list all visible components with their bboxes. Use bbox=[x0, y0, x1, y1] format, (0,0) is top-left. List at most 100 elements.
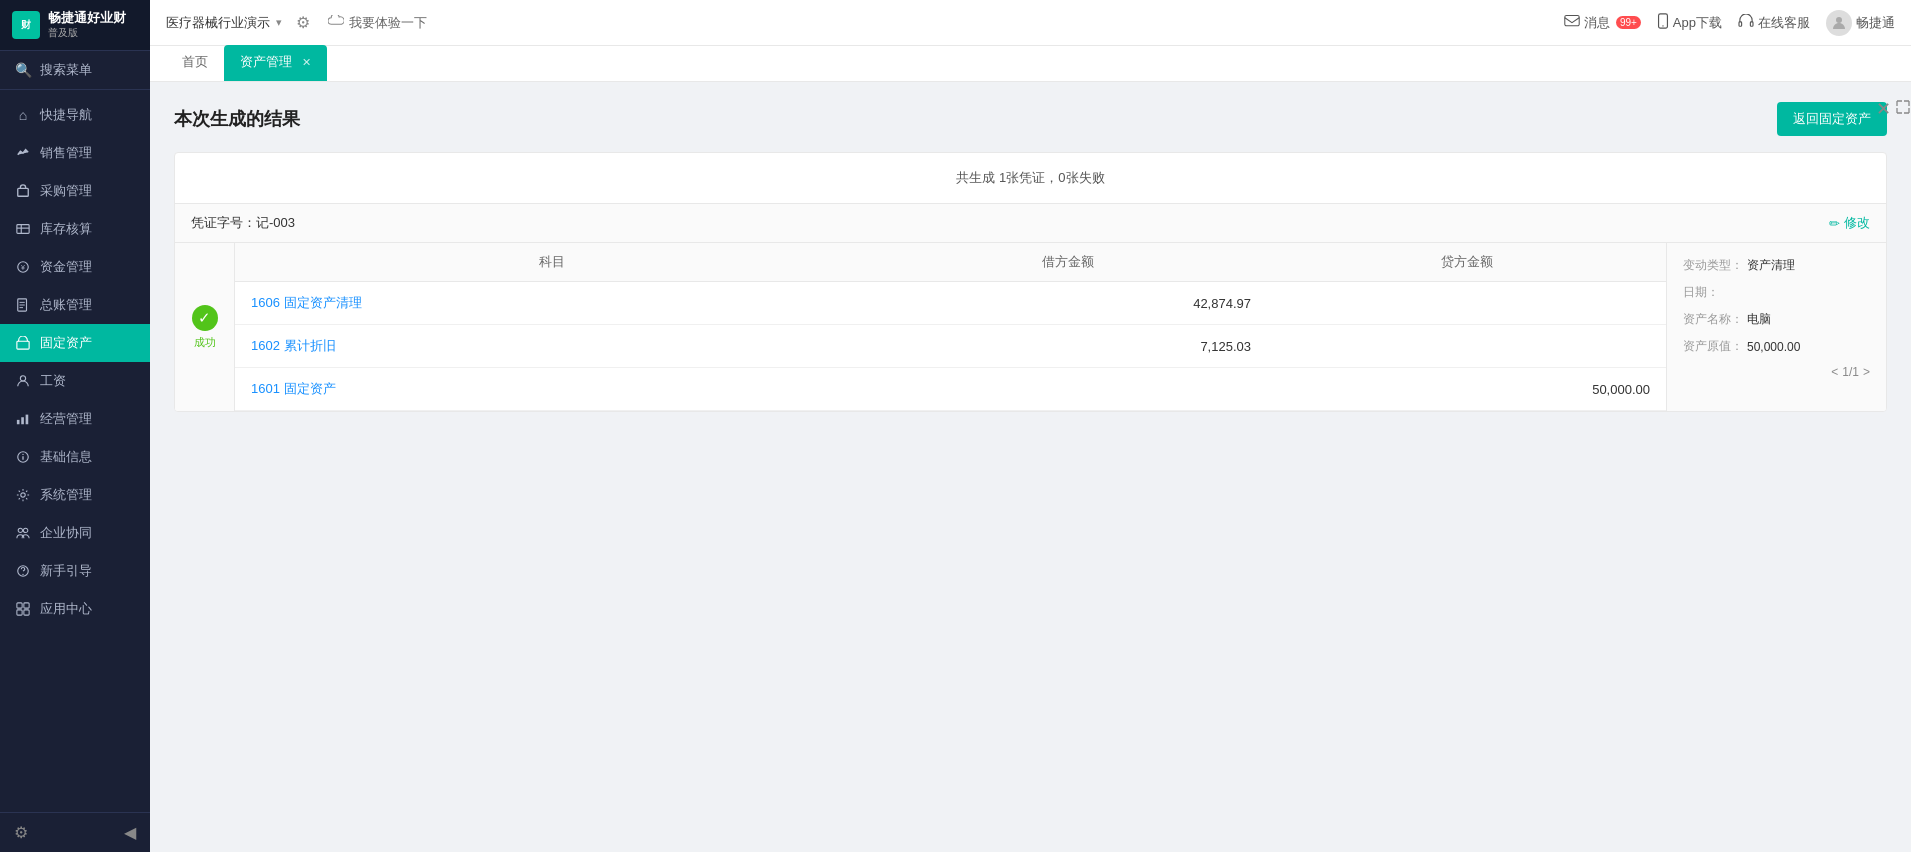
svg-point-18 bbox=[21, 492, 25, 496]
sales-label: 销售管理 bbox=[40, 144, 92, 162]
messages-badge: 99+ bbox=[1616, 16, 1641, 29]
search-icon: 🔍 bbox=[14, 61, 32, 79]
sidebar-header: 财 畅捷通好业财 普及版 bbox=[0, 0, 150, 51]
svg-point-19 bbox=[18, 528, 22, 532]
sidebar-item-purchase[interactable]: 采购管理 bbox=[0, 172, 150, 210]
return-fixed-assets-button[interactable]: 返回固定资产 bbox=[1777, 102, 1887, 136]
svg-rect-26 bbox=[24, 609, 29, 614]
topbar-right: 消息 99+ App下载 在线客服 畅捷通 bbox=[1564, 10, 1895, 36]
window-actions: ✕ bbox=[1876, 98, 1911, 120]
general-ledger-label: 总账管理 bbox=[40, 296, 92, 314]
edit-icon: ✏ bbox=[1829, 216, 1840, 231]
sidebar-item-operations[interactable]: 经营管理 bbox=[0, 400, 150, 438]
topbar-settings-button[interactable]: ⚙ bbox=[296, 13, 310, 32]
tab-home[interactable]: 首页 bbox=[166, 45, 224, 81]
row3-debit bbox=[868, 368, 1267, 411]
quick-nav-label: 快捷导航 bbox=[40, 106, 92, 124]
sidebar-item-payroll[interactable]: 工资 bbox=[0, 362, 150, 400]
svg-rect-1 bbox=[17, 224, 29, 233]
app-title: 畅捷通好业财 bbox=[48, 10, 126, 26]
main-area: 医疗器械行业演示 ▾ ⚙ 我要体验一下 消息 99+ App下载 bbox=[150, 0, 1911, 852]
app-download-button[interactable]: App下载 bbox=[1657, 13, 1722, 32]
app-download-label: App下载 bbox=[1673, 14, 1722, 32]
sidebar-item-app-center[interactable]: 应用中心 bbox=[0, 590, 150, 628]
svg-point-32 bbox=[1836, 17, 1842, 23]
svg-rect-14 bbox=[26, 414, 29, 424]
quick-nav-icon: ⌂ bbox=[14, 106, 32, 124]
sidebar-item-quick-nav[interactable]: ⌂ 快捷导航 bbox=[0, 96, 150, 134]
basic-info-label: 基础信息 bbox=[40, 448, 92, 466]
collapse-icon[interactable]: ◀ bbox=[124, 823, 136, 842]
tab-asset-management[interactable]: 资产管理 ✕ bbox=[224, 45, 327, 81]
purchase-label: 采购管理 bbox=[40, 182, 92, 200]
sidebar-item-basic-info[interactable]: 基础信息 bbox=[0, 438, 150, 476]
svg-rect-23 bbox=[17, 602, 22, 607]
next-page-button[interactable]: > bbox=[1863, 365, 1870, 379]
date-label: 日期： bbox=[1683, 284, 1719, 301]
row1-subject: 1606 固定资产清理 bbox=[235, 282, 868, 325]
svg-rect-30 bbox=[1739, 22, 1742, 26]
row2-credit bbox=[1267, 325, 1666, 368]
app-logo: 财 bbox=[12, 11, 40, 39]
sidebar-item-inventory[interactable]: 库存核算 bbox=[0, 210, 150, 248]
asset-name-value: 电脑 bbox=[1747, 311, 1771, 328]
row3-subject: 1601 固定资产 bbox=[235, 368, 868, 411]
expand-panel-button[interactable] bbox=[1895, 99, 1911, 119]
svg-rect-0 bbox=[18, 188, 29, 196]
inventory-label: 库存核算 bbox=[40, 220, 92, 238]
app-center-label: 应用中心 bbox=[40, 600, 92, 618]
svg-rect-12 bbox=[17, 419, 20, 423]
funds-label: 资金管理 bbox=[40, 258, 92, 276]
asset-name-label: 资产名称： bbox=[1683, 311, 1743, 328]
messages-button[interactable]: 消息 99+ bbox=[1564, 14, 1641, 32]
cloud-icon bbox=[328, 15, 344, 30]
online-service-button[interactable]: 在线客服 bbox=[1738, 14, 1810, 32]
sidebar-item-funds[interactable]: ¥ 资金管理 bbox=[0, 248, 150, 286]
user-profile[interactable]: 畅捷通 bbox=[1826, 10, 1895, 36]
company-selector[interactable]: 医疗器械行业演示 ▾ bbox=[166, 14, 282, 32]
topbar: 医疗器械行业演示 ▾ ⚙ 我要体验一下 消息 99+ App下载 bbox=[150, 0, 1911, 46]
sidebar-item-enterprise[interactable]: 企业协同 bbox=[0, 514, 150, 552]
app-title-wrap: 畅捷通好业财 普及版 bbox=[48, 10, 126, 40]
svg-rect-31 bbox=[1750, 22, 1753, 26]
original-value-row: 资产原值： 50,000.00 bbox=[1683, 338, 1870, 355]
operations-label: 经营管理 bbox=[40, 410, 92, 428]
enterprise-icon bbox=[14, 524, 32, 542]
prev-page-button[interactable]: < bbox=[1831, 365, 1838, 379]
svg-point-20 bbox=[23, 528, 27, 532]
table-row: 1601 固定资产 50,000.00 bbox=[235, 368, 1666, 411]
edit-voucher-button[interactable]: ✏ 修改 bbox=[1829, 214, 1870, 232]
tabbar: 首页 资产管理 ✕ bbox=[150, 46, 1911, 82]
company-chevron-icon: ▾ bbox=[276, 16, 282, 29]
table-row: 1602 累计折旧 7,125.03 bbox=[235, 325, 1666, 368]
system-icon bbox=[14, 486, 32, 504]
original-value-label: 资产原值： bbox=[1683, 338, 1743, 355]
search-menu-item[interactable]: 🔍 搜索菜单 bbox=[0, 51, 150, 90]
username: 畅捷通 bbox=[1856, 14, 1895, 32]
row2-subject: 1602 累计折旧 bbox=[235, 325, 868, 368]
general-ledger-icon bbox=[14, 296, 32, 314]
svg-text:¥: ¥ bbox=[21, 263, 25, 270]
experience-button[interactable]: 我要体验一下 bbox=[328, 14, 427, 32]
guide-icon bbox=[14, 562, 32, 580]
success-text: 成功 bbox=[194, 335, 216, 350]
close-panel-button[interactable]: ✕ bbox=[1876, 98, 1891, 120]
svg-rect-13 bbox=[21, 417, 24, 424]
tab-close-icon[interactable]: ✕ bbox=[302, 56, 311, 68]
settings-footer-icon[interactable]: ⚙ bbox=[14, 823, 28, 842]
row1-credit bbox=[1267, 282, 1666, 325]
sidebar-item-system[interactable]: 系统管理 bbox=[0, 476, 150, 514]
row1-debit: 42,874.97 bbox=[868, 282, 1267, 325]
sidebar-item-fixed-assets[interactable]: 固定资产 bbox=[0, 324, 150, 362]
sidebar-item-general-ledger[interactable]: 总账管理 bbox=[0, 286, 150, 324]
table-header-row: 科目 借方金额 贷方金额 bbox=[235, 243, 1666, 282]
messages-label: 消息 bbox=[1584, 14, 1610, 32]
side-info-panel: 变动类型： 资产清理 日期： 资产名称： 电脑 资产原值： bbox=[1666, 243, 1886, 411]
change-type-row: 变动类型： 资产清理 bbox=[1683, 257, 1870, 274]
col-subject: 科目 bbox=[235, 243, 868, 282]
sidebar-item-guide[interactable]: 新手引导 bbox=[0, 552, 150, 590]
sidebar-item-sales[interactable]: 销售管理 bbox=[0, 134, 150, 172]
svg-point-22 bbox=[22, 573, 23, 574]
voucher-number: 凭证字号：记-003 bbox=[191, 214, 295, 232]
headset-icon bbox=[1738, 14, 1754, 31]
